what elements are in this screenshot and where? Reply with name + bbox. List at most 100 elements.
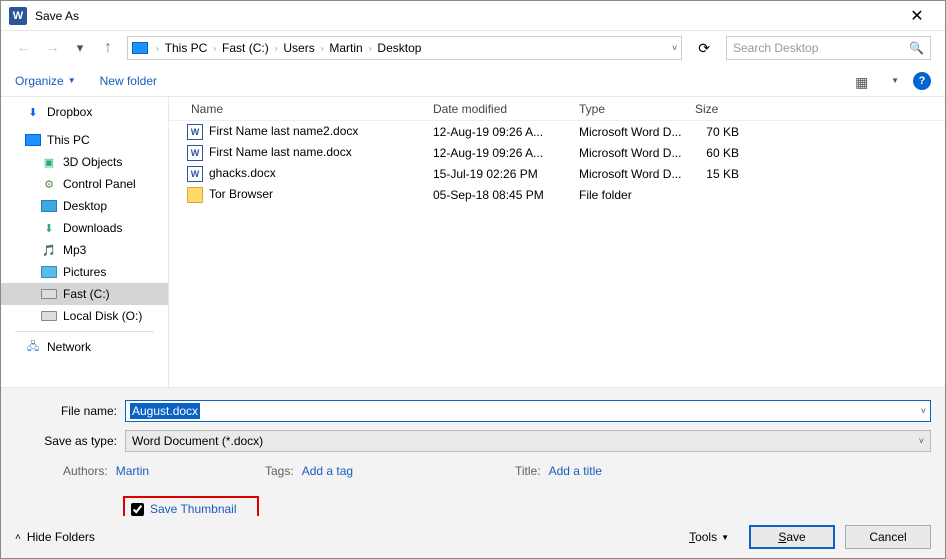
save-thumbnail-label[interactable]: Save Thumbnail [150, 502, 237, 516]
chevron-down-icon[interactable]: ˅ [672, 43, 677, 53]
tree-item-this-pc[interactable]: This PC [1, 129, 168, 151]
form-area: File name: August.docx ˅ Save as type: W… [1, 387, 945, 530]
file-row[interactable]: First Name last name2.docx12-Aug-19 09:2… [169, 121, 945, 142]
cancel-button[interactable]: Cancel [845, 525, 931, 549]
main-area: ⬇ Dropbox This PC ▣3D Objects ⚙ Control Panel… [1, 97, 945, 387]
column-name[interactable]: Name [169, 102, 425, 116]
tags-label: Tags: [265, 464, 294, 478]
chevron-up-icon: ˄ [15, 532, 21, 543]
file-size: 60 KB [687, 146, 757, 160]
close-button[interactable]: ✕ [897, 6, 937, 26]
recent-locations-button[interactable]: ▾ [71, 40, 89, 56]
nav-bar: ← → ▾ ↑ › This PC › Fast (C:) › Users › … [1, 31, 945, 65]
back-button[interactable]: ← [15, 39, 33, 57]
filename-input[interactable]: August.docx ˅ [125, 400, 931, 422]
save-button[interactable]: Save [749, 525, 835, 549]
help-button[interactable]: ? [913, 72, 931, 90]
tags-value[interactable]: Add a tag [302, 464, 353, 478]
breadcrumb-item[interactable]: Users [279, 41, 318, 55]
forward-button[interactable]: → [43, 39, 61, 57]
word-doc-icon [187, 124, 203, 140]
file-type: Microsoft Word D... [571, 146, 687, 160]
tree-item-fast-c-[interactable]: Fast (C:) [1, 283, 168, 305]
tree-item-label: This PC [47, 133, 90, 147]
tree-item-label: Control Panel [63, 177, 136, 191]
organize-menu[interactable]: Organize ▼ [15, 74, 76, 88]
breadcrumb-item[interactable]: Martin [325, 41, 366, 55]
file-row[interactable]: ghacks.docx 15-Jul-19 02:26 PMMicrosoft W… [169, 163, 945, 184]
refresh-button[interactable]: ⟳ [698, 40, 710, 57]
filename-value: August.docx [130, 403, 200, 419]
tree-item-desktop[interactable]: Desktop [1, 195, 168, 217]
tree-item-network[interactable]: 🖧Network [1, 336, 168, 358]
mp3-icon: 🎵 [41, 243, 57, 257]
tree-item-local-disk-o-[interactable]: Local Disk (O:) [1, 305, 168, 327]
word-app-icon: W [9, 7, 27, 25]
file-date: 12-Aug-19 09:26 A... [425, 125, 571, 139]
column-size[interactable]: Size [687, 102, 757, 116]
save-type-dropdown[interactable]: Word Document (*.docx) ˅ [125, 430, 931, 452]
chevron-right-icon[interactable]: › [273, 44, 280, 53]
authors-label: Authors: [63, 464, 108, 478]
save-type-label: Save as type: [15, 434, 125, 448]
view-options-button[interactable] [855, 74, 877, 88]
title-bar: W Save As ✕ [1, 1, 945, 31]
file-row[interactable]: First Name last name.docx12-Aug-19 09:26… [169, 142, 945, 163]
chevron-right-icon[interactable]: › [211, 44, 218, 53]
tree-item-label: Downloads [63, 221, 122, 235]
breadcrumb-item[interactable]: Fast (C:) [218, 41, 273, 55]
tree-item-pictures[interactable]: Pictures [1, 261, 168, 283]
address-bar[interactable]: › This PC › Fast (C:) › Users › Martin ›… [127, 36, 682, 60]
toolbar: Organize ▼ New folder ▼ ? [1, 65, 945, 97]
authors-value[interactable]: Martin [116, 464, 149, 478]
column-date[interactable]: Date modified [425, 102, 571, 116]
footer: ˄ Hide Folders Tools ▼ Save Cancel [1, 516, 945, 558]
word-doc-icon [187, 145, 203, 161]
tree-item-downloads[interactable]: ⬇ Downloads [1, 217, 168, 239]
tree-item-label: Network [47, 340, 91, 354]
search-input[interactable]: Search Desktop 🔍 [726, 36, 931, 60]
tree-item-label: Fast (C:) [63, 287, 110, 301]
search-icon[interactable]: 🔍 [909, 41, 924, 55]
folder-icon [187, 187, 203, 203]
tree-item-label: Mp3 [63, 243, 86, 257]
file-date: 05-Sep-18 08:45 PM [425, 188, 571, 202]
dl-icon: ⬇ [41, 221, 57, 235]
ctrl-icon: ⚙ [41, 177, 57, 191]
chevron-down-icon[interactable]: ▼ [891, 76, 899, 85]
dropbox-icon: ⬇ [25, 105, 41, 119]
chevron-right-icon[interactable]: › [319, 44, 326, 53]
hide-folders-button[interactable]: ˄ Hide Folders [15, 530, 95, 544]
breadcrumb-item[interactable]: This PC [161, 41, 212, 55]
word-doc-icon [187, 166, 203, 182]
chevron-down-icon[interactable]: ˅ [921, 406, 926, 416]
file-size: 15 KB [687, 167, 757, 181]
drive-icon [41, 287, 57, 301]
drive-icon [41, 309, 57, 323]
file-name: First Name last name.docx [209, 145, 352, 159]
column-type[interactable]: Type [571, 102, 687, 116]
tree-item-3d-objects[interactable]: ▣3D Objects [1, 151, 168, 173]
file-name: ghacks.docx [209, 166, 276, 180]
up-button[interactable]: ↑ [99, 39, 117, 57]
tools-menu[interactable]: Tools ▼ [689, 530, 729, 544]
title-value[interactable]: Add a title [549, 464, 602, 478]
file-row[interactable]: Tor Browser05-Sep-18 08:45 PMFile folder [169, 184, 945, 205]
filename-label: File name: [15, 404, 125, 418]
obj3d-icon: ▣ [41, 155, 57, 169]
breadcrumb-item[interactable]: Desktop [373, 41, 425, 55]
new-folder-button[interactable]: New folder [100, 74, 157, 88]
file-type: Microsoft Word D... [571, 167, 687, 181]
search-placeholder: Search Desktop [733, 41, 818, 55]
tree-item-dropbox[interactable]: ⬇ Dropbox [1, 101, 168, 123]
tree-item-label: Dropbox [47, 105, 92, 119]
folder-tree: ⬇ Dropbox This PC ▣3D Objects ⚙ Control Panel… [1, 97, 169, 387]
column-headers: Name Date modified Type Size [169, 97, 945, 121]
tree-item-control-panel[interactable]: ⚙ Control Panel [1, 173, 168, 195]
tree-item-mp3[interactable]: 🎵 Mp3 [1, 239, 168, 261]
save-thumbnail-checkbox[interactable] [131, 503, 144, 516]
chevron-right-icon[interactable]: › [367, 44, 374, 53]
chevron-right-icon[interactable]: › [154, 44, 161, 53]
file-date: 15-Jul-19 02:26 PM [425, 167, 571, 181]
chevron-down-icon: ˅ [919, 436, 924, 446]
